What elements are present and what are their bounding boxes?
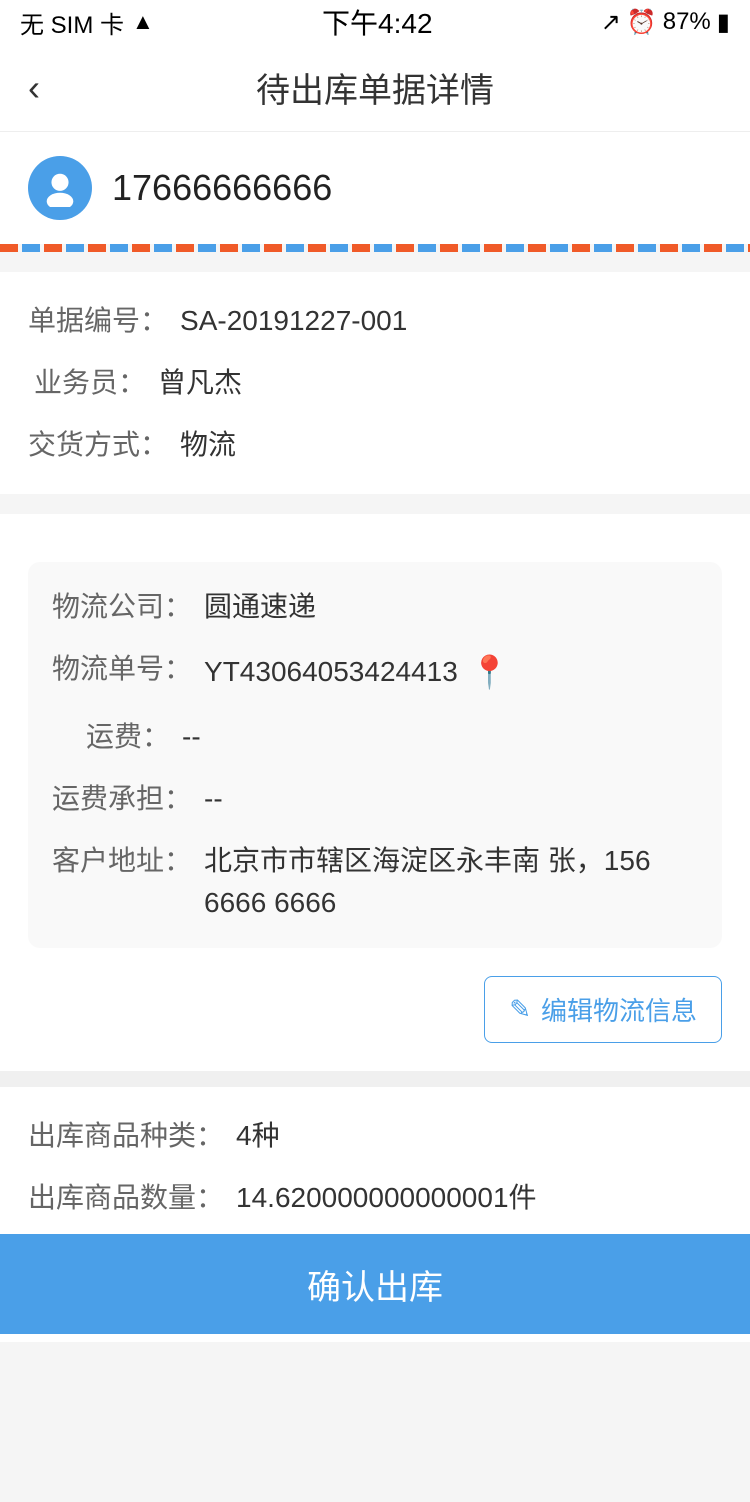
freight-row: 运费： --	[52, 716, 698, 758]
carrier-text: 无 SIM 卡	[20, 5, 124, 40]
document-number-label: 单据编号：	[28, 300, 180, 342]
goods-type-row: 出库商品种类： 4种	[28, 1115, 722, 1157]
customer-phone: 17666666666	[112, 167, 332, 209]
salesperson-row: 业务员： 曾凡杰	[28, 362, 722, 404]
wifi-icon: ▲	[132, 9, 154, 35]
bottom-spacer	[0, 1342, 750, 1502]
page-title: 待出库单据详情	[256, 63, 494, 112]
tracking-number-value: YT43064053424413 📍	[204, 648, 698, 696]
freight-value: --	[182, 716, 698, 758]
delivery-method-value: 物流	[180, 424, 722, 466]
address-label: 客户地址：	[52, 840, 204, 882]
edit-logistics-button[interactable]: ✎ 编辑物流信息	[484, 976, 722, 1043]
freight-bearer-value: --	[204, 778, 698, 820]
logistics-company-label: 物流公司：	[52, 586, 204, 628]
nav-bar: ‹ 待出库单据详情	[0, 44, 750, 132]
tracking-number-label: 物流单号：	[52, 648, 204, 690]
salesperson-value: 曾凡杰	[158, 362, 722, 404]
person-icon	[41, 169, 79, 207]
customer-header: 17666666666	[0, 132, 750, 244]
document-number-value: SA-20191227-001	[180, 300, 722, 342]
logistics-company-value: 圆通速递	[204, 586, 698, 628]
map-pin-icon[interactable]: 📍	[470, 648, 510, 696]
address-row: 客户地址： 北京市市辖区海淀区永丰南 张，156 6666 6666	[52, 840, 698, 924]
basic-info-section: 单据编号： SA-20191227-001 业务员： 曾凡杰 交货方式： 物流	[0, 272, 750, 494]
delivery-method-row: 交货方式： 物流	[28, 424, 722, 466]
goods-type-label: 出库商品种类：	[28, 1115, 236, 1157]
goods-quantity-row: 出库商品数量： 14.620000000000001件	[28, 1177, 722, 1219]
status-left: 无 SIM 卡 ▲	[20, 5, 154, 40]
goods-quantity-value: 14.620000000000001件	[236, 1177, 722, 1219]
document-number-row: 单据编号： SA-20191227-001	[28, 300, 722, 342]
freight-bearer-row: 运费承担： --	[52, 778, 698, 820]
goods-quantity-label: 出库商品数量：	[28, 1177, 236, 1219]
gray-divider	[0, 1071, 750, 1087]
edit-icon: ✎	[509, 994, 531, 1025]
goods-type-value: 4种	[236, 1115, 722, 1157]
salesperson-label: 业务员：	[28, 362, 158, 404]
confirm-outbound-label: 确认出库	[307, 1260, 443, 1309]
avatar	[28, 156, 92, 220]
logistics-card: 物流公司： 圆通速递 物流单号： YT43064053424413 📍 运费： …	[28, 562, 722, 948]
battery-text: 87%	[663, 8, 711, 36]
edit-logistics-container: ✎ 编辑物流信息	[28, 976, 722, 1043]
confirm-outbound-button[interactable]: 确认出库	[0, 1234, 750, 1334]
freight-label: 运费：	[52, 716, 182, 758]
freight-bearer-label: 运费承担：	[52, 778, 204, 820]
dashed-divider	[0, 244, 750, 252]
alarm-icon: ⏰	[627, 8, 657, 37]
status-bar: 无 SIM 卡 ▲ 下午4:42 ↗ ⏰ 87% ▮	[0, 0, 750, 44]
location-icon: ↗	[601, 8, 621, 37]
status-right: ↗ ⏰ 87% ▮	[601, 8, 730, 37]
logistics-company-row: 物流公司： 圆通速递	[52, 586, 698, 628]
battery-icon: ▮	[717, 8, 730, 37]
tracking-number-row: 物流单号： YT43064053424413 📍	[52, 648, 698, 696]
tracking-number-text: YT43064053424413	[204, 651, 458, 693]
status-time: 下午4:42	[322, 2, 433, 42]
back-button[interactable]: ‹	[28, 67, 40, 109]
address-value: 北京市市辖区海淀区永丰南 张，156 6666 6666	[204, 840, 698, 924]
delivery-method-label: 交货方式：	[28, 424, 180, 466]
logistics-section: 物流公司： 圆通速递 物流单号： YT43064053424413 📍 运费： …	[0, 514, 750, 1071]
edit-logistics-label: 编辑物流信息	[541, 991, 697, 1028]
